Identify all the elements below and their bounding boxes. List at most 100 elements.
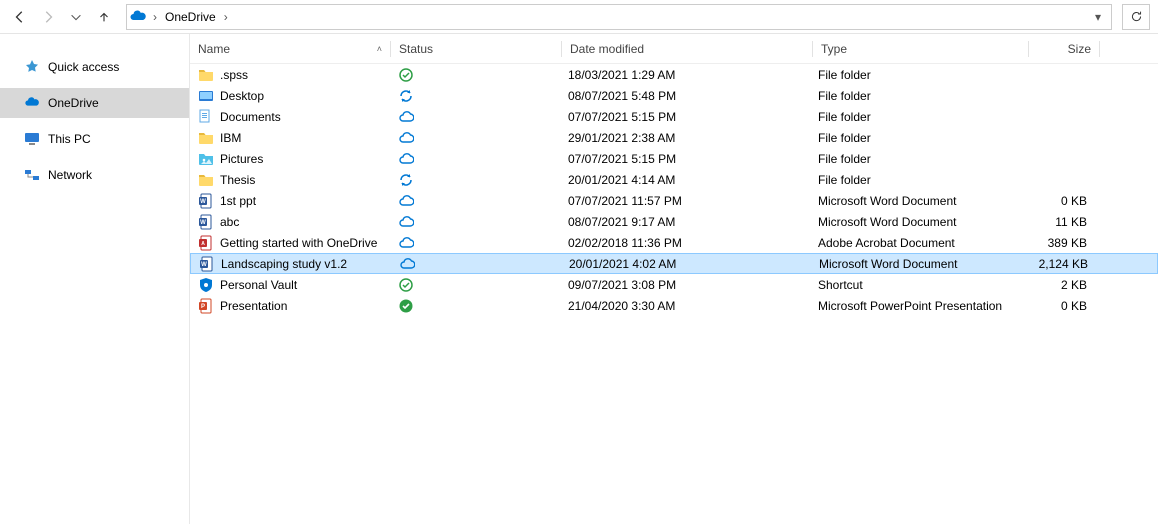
up-button[interactable] bbox=[92, 5, 116, 29]
pic-folder-icon bbox=[198, 151, 214, 167]
file-row[interactable]: Personal Vault 09/07/2021 3:08 PMShortcut… bbox=[190, 274, 1158, 295]
synced-green-solid-icon bbox=[398, 298, 414, 314]
column-header-status[interactable]: Status bbox=[391, 42, 561, 56]
cloud-icon bbox=[398, 130, 414, 146]
word-icon bbox=[198, 214, 214, 230]
sort-indicator-icon: ˄ bbox=[377, 44, 382, 54]
file-name: Getting started with OneDrive bbox=[220, 236, 377, 250]
file-date: 07/07/2021 5:15 PM bbox=[560, 152, 810, 166]
monitor-icon bbox=[24, 131, 40, 147]
sidebar-item-label: Quick access bbox=[48, 60, 119, 74]
file-type: Shortcut bbox=[810, 278, 1025, 292]
file-date: 18/03/2021 1:29 AM bbox=[560, 68, 810, 82]
desktop-folder-icon bbox=[198, 88, 214, 104]
file-name: Documents bbox=[220, 110, 281, 124]
file-list-pane: Name ˄ Status Date modified Type Size .s… bbox=[190, 34, 1158, 524]
pdf-icon bbox=[198, 235, 214, 251]
word-icon bbox=[198, 193, 214, 209]
file-size: 11 KB bbox=[1025, 215, 1095, 229]
breadcrumb-location[interactable]: OneDrive bbox=[163, 10, 218, 24]
file-name: 1st ppt bbox=[220, 194, 256, 208]
file-date: 07/07/2021 5:15 PM bbox=[560, 110, 810, 124]
file-row[interactable]: Getting started with OneDrive02/02/2018 … bbox=[190, 232, 1158, 253]
file-date: 09/07/2021 3:08 PM bbox=[560, 278, 810, 292]
back-button[interactable] bbox=[8, 5, 32, 29]
ppt-icon bbox=[198, 298, 214, 314]
vault-icon bbox=[198, 277, 214, 293]
file-type: Microsoft Word Document bbox=[811, 257, 1026, 271]
word-icon bbox=[199, 256, 215, 272]
column-header-size[interactable]: Size bbox=[1029, 42, 1099, 56]
file-rows: .spss18/03/2021 1:29 AMFile folderDeskto… bbox=[190, 64, 1158, 316]
file-row[interactable]: .spss 18/03/2021 1:29 AMFile folder bbox=[190, 64, 1158, 85]
file-date: 08/07/2021 5:48 PM bbox=[560, 89, 810, 103]
file-size: 0 KB bbox=[1025, 194, 1095, 208]
column-header-date[interactable]: Date modified bbox=[562, 42, 812, 56]
doc-folder-icon bbox=[198, 109, 214, 125]
file-row[interactable]: Pictures 07/07/2021 5:15 PMFile folder bbox=[190, 148, 1158, 169]
file-row[interactable]: Thesis20/01/2021 4:14 AMFile folder bbox=[190, 169, 1158, 190]
file-row[interactable]: IBM 29/01/2021 2:38 AMFile folder bbox=[190, 127, 1158, 148]
sidebar-item-label: Network bbox=[48, 168, 92, 182]
sidebar-item-label: This PC bbox=[48, 132, 91, 146]
file-type: Microsoft Word Document bbox=[810, 215, 1025, 229]
file-type: Microsoft PowerPoint Presentation bbox=[810, 299, 1025, 313]
file-row[interactable]: Documents 07/07/2021 5:15 PMFile folder bbox=[190, 106, 1158, 127]
sync-blue-icon bbox=[398, 88, 414, 104]
sidebar-item-onedrive[interactable]: OneDrive bbox=[0, 88, 189, 118]
address-bar[interactable]: › OneDrive › ▾ bbox=[126, 4, 1112, 30]
file-name: Personal Vault bbox=[220, 278, 297, 292]
onedrive-icon bbox=[129, 8, 147, 26]
forward-button[interactable] bbox=[36, 5, 60, 29]
file-type: File folder bbox=[810, 152, 1025, 166]
sidebar-item-quick-access[interactable]: Quick access bbox=[0, 52, 189, 82]
file-size: 389 KB bbox=[1025, 236, 1095, 250]
onedrive-icon bbox=[24, 95, 40, 111]
cloud-icon bbox=[398, 109, 414, 125]
file-date: 21/04/2020 3:30 AM bbox=[560, 299, 810, 313]
sidebar-item-network[interactable]: Network bbox=[0, 160, 189, 190]
file-name: Landscaping study v1.2 bbox=[221, 257, 347, 271]
file-name: Desktop bbox=[220, 89, 264, 103]
file-row[interactable]: Landscaping study v1.220/01/2021 4:02 AM… bbox=[190, 253, 1158, 274]
chevron-down-icon[interactable]: ▾ bbox=[1091, 10, 1105, 24]
chevron-right-icon: › bbox=[153, 10, 157, 24]
sync-blue-icon bbox=[398, 172, 414, 188]
column-headers: Name ˄ Status Date modified Type Size bbox=[190, 34, 1158, 64]
cloud-icon bbox=[398, 214, 414, 230]
synced-green-icon bbox=[398, 67, 414, 83]
file-name: Presentation bbox=[220, 299, 287, 313]
file-row[interactable]: abc08/07/2021 9:17 AMMicrosoft Word Docu… bbox=[190, 211, 1158, 232]
cloud-icon bbox=[398, 235, 414, 251]
file-date: 08/07/2021 9:17 AM bbox=[560, 215, 810, 229]
cloud-icon bbox=[398, 193, 414, 209]
file-type: Microsoft Word Document bbox=[810, 194, 1025, 208]
file-size: 2 KB bbox=[1025, 278, 1095, 292]
file-type: File folder bbox=[810, 89, 1025, 103]
nav-toolbar: › OneDrive › ▾ bbox=[0, 0, 1158, 34]
refresh-button[interactable] bbox=[1122, 4, 1150, 30]
file-date: 20/01/2021 4:14 AM bbox=[560, 173, 810, 187]
folder-icon bbox=[198, 130, 214, 146]
sidebar-item-this-pc[interactable]: This PC bbox=[0, 124, 189, 154]
file-row[interactable]: Presentation 21/04/2020 3:30 AMMicrosoft … bbox=[190, 295, 1158, 316]
file-type: File folder bbox=[810, 131, 1025, 145]
file-type: File folder bbox=[810, 110, 1025, 124]
star-icon bbox=[24, 59, 40, 75]
folder-icon bbox=[198, 67, 214, 83]
file-name: IBM bbox=[220, 131, 241, 145]
file-size: 0 KB bbox=[1025, 299, 1095, 313]
file-row[interactable]: Desktop 08/07/2021 5:48 PMFile folder bbox=[190, 85, 1158, 106]
file-row[interactable]: 1st ppt07/07/2021 11:57 PMMicrosoft Word… bbox=[190, 190, 1158, 211]
nav-sidebar: Quick access OneDrive This PC Network bbox=[0, 34, 190, 524]
column-header-type[interactable]: Type bbox=[813, 42, 1028, 56]
synced-green-icon bbox=[398, 277, 414, 293]
cloud-icon bbox=[399, 256, 415, 272]
chevron-right-icon: › bbox=[222, 10, 230, 24]
column-header-name[interactable]: Name ˄ bbox=[190, 42, 390, 56]
file-name: Pictures bbox=[220, 152, 263, 166]
file-date: 29/01/2021 2:38 AM bbox=[560, 131, 810, 145]
file-type: File folder bbox=[810, 68, 1025, 82]
file-name: .spss bbox=[220, 68, 248, 82]
recent-dropdown[interactable] bbox=[64, 5, 88, 29]
